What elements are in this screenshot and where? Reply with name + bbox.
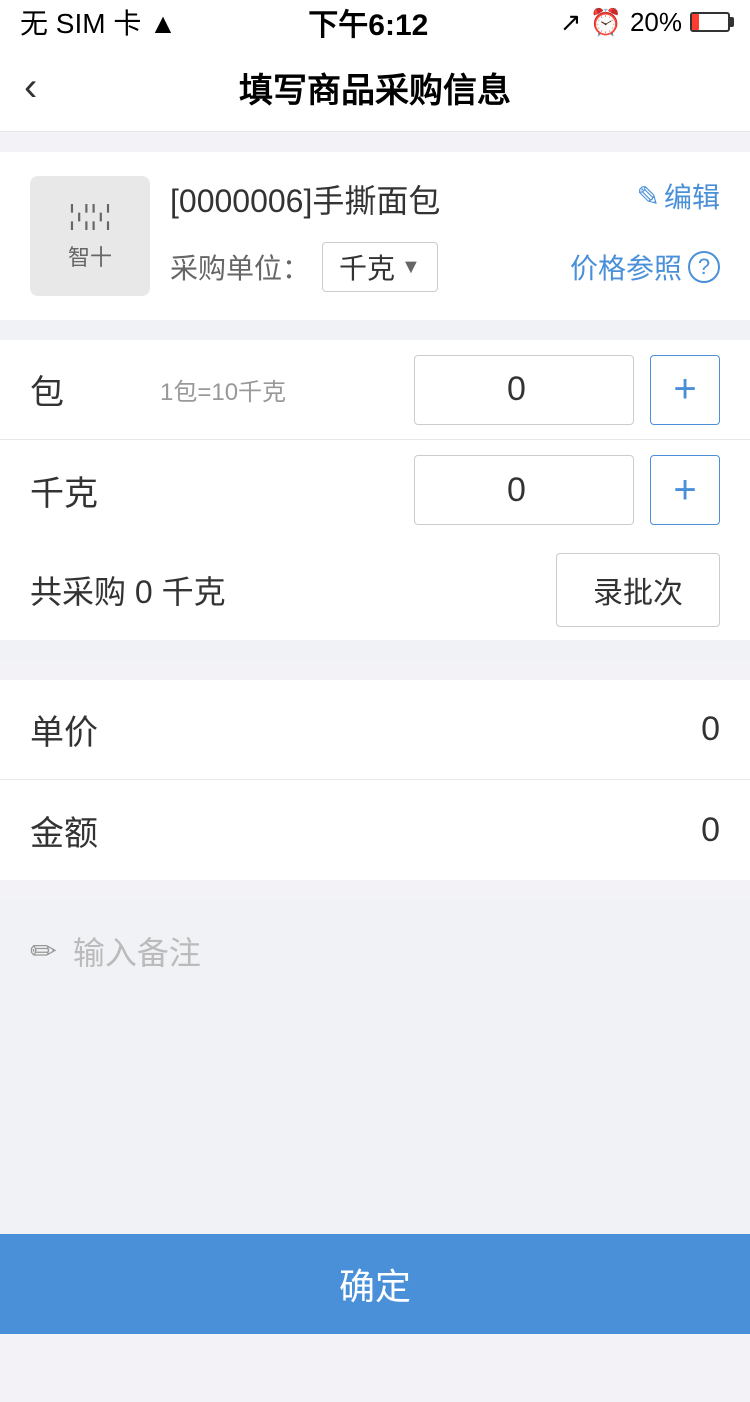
edit-button[interactable]: ✎ 编辑 — [637, 176, 720, 216]
status-right: ↗ ⏰ 20% — [560, 7, 730, 38]
kg-label: 千克 — [30, 466, 150, 515]
unit-label: 采购单位： — [170, 247, 310, 287]
kg-plus-button[interactable]: + — [650, 455, 720, 525]
kg-input-row: 千克 + — [0, 440, 750, 540]
price-ref-label: 价格参照 — [570, 247, 682, 287]
dropdown-arrow-icon: ▼ — [401, 256, 421, 279]
battery-indicator — [690, 12, 730, 32]
amount-value: 0 — [701, 811, 720, 850]
status-bar: 无 SIM 卡 ▲ 下午6:12 ↗ ⏰ 20% — [0, 0, 750, 44]
input-section: 包 1包=10千克 + 千克 + — [0, 340, 750, 540]
edit-label: 编辑 — [664, 176, 720, 216]
bag-quantity-input[interactable] — [414, 355, 634, 425]
unit-price-value: 0 — [701, 710, 720, 749]
amount-row: 金额 0 — [0, 780, 750, 880]
amount-label: 金额 — [30, 806, 98, 855]
confirm-label: 确定 — [339, 1258, 411, 1310]
status-battery-percent: 20% — [630, 7, 682, 38]
unit-select[interactable]: 千克 ▼ — [322, 242, 438, 292]
section-divider-2 — [0, 640, 750, 660]
back-button[interactable]: ‹ — [24, 65, 37, 110]
summary-prefix: 共采购 — [30, 574, 126, 610]
section-divider-1 — [0, 320, 750, 340]
summary-unit: 千克 — [162, 574, 226, 610]
pencil-icon: ✏ — [30, 932, 57, 970]
price-reference-button[interactable]: 价格参照 ? — [570, 247, 720, 287]
unit-value: 千克 — [339, 247, 395, 287]
status-alarm-icon: ⏰ — [590, 7, 622, 38]
status-location-icon: ↗ — [560, 7, 582, 38]
unit-price-row: 单价 0 — [0, 680, 750, 780]
product-thumbnail: ꔘꔘ 智十 — [30, 176, 150, 296]
notes-section[interactable]: ✏ 输入备注 — [0, 900, 750, 1002]
price-section: 单价 0 金额 0 — [0, 680, 750, 880]
edit-icon: ✎ — [637, 180, 660, 213]
status-signal: 无 SIM 卡 ▲ — [20, 2, 177, 42]
product-name: [0000006]手撕面包 — [170, 176, 440, 222]
bag-sublabel: 1包=10千克 — [160, 372, 286, 407]
product-card: ꔘꔘ 智十 [0000006]手撕面包 ✎ 编辑 采购单位： 千克 ▼ — [0, 152, 750, 320]
unit-price-label: 单价 — [30, 705, 98, 754]
summary-value: 0 — [135, 574, 153, 610]
notes-placeholder: 输入备注 — [73, 928, 201, 974]
record-batch-button[interactable]: 录批次 — [556, 553, 720, 627]
bag-plus-button[interactable]: + — [650, 355, 720, 425]
logo-text: 智十 — [68, 240, 112, 272]
page-title: 填写商品采购信息 — [239, 63, 511, 112]
kg-quantity-input[interactable] — [414, 455, 634, 525]
summary-text: 共采购 0 千克 — [30, 567, 226, 613]
product-info: [0000006]手撕面包 ✎ 编辑 采购单位： 千克 ▼ 价格参照 ? — [170, 176, 720, 292]
status-time: 下午6:12 — [308, 0, 428, 44]
nav-bar: ‹ 填写商品采购信息 — [0, 44, 750, 132]
confirm-button[interactable]: 确定 — [0, 1234, 750, 1334]
help-icon: ? — [688, 251, 720, 283]
bag-label: 包 — [30, 365, 150, 414]
logo-owl: ꔘꔘ — [68, 200, 111, 236]
summary-row: 共采购 0 千克 录批次 — [0, 540, 750, 640]
bag-input-row: 包 1包=10千克 + — [0, 340, 750, 440]
